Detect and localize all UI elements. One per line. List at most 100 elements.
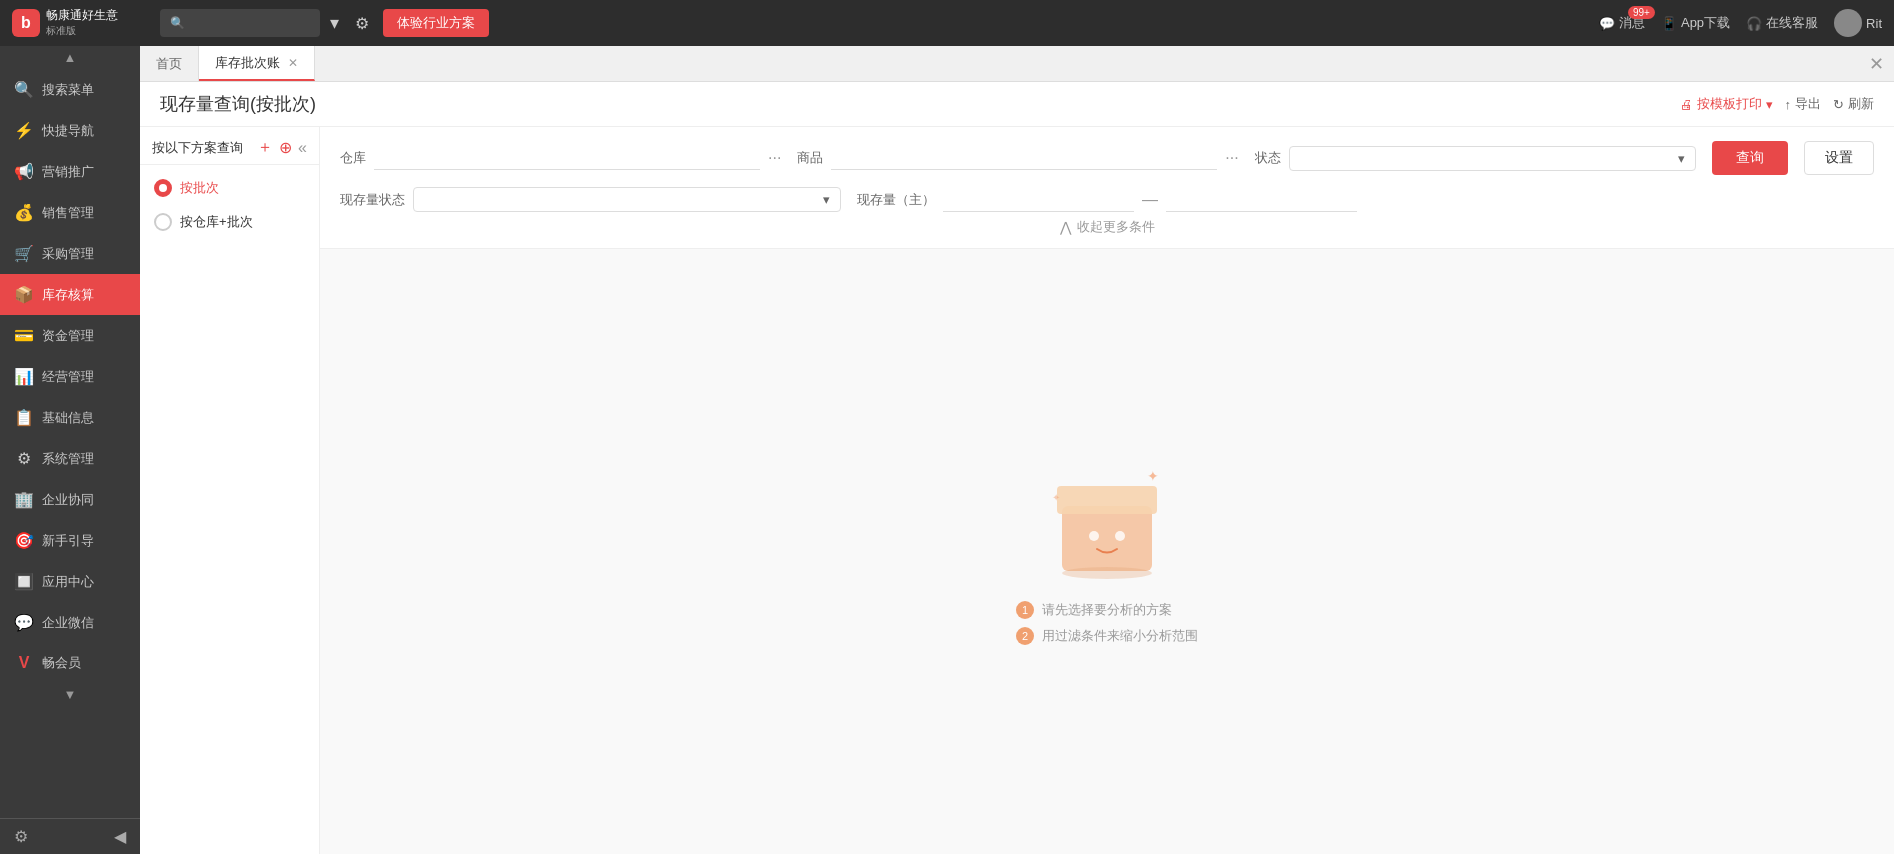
sidebar-item-finance[interactable]: 💳 资金管理 bbox=[0, 315, 140, 356]
collapse-panel-btn[interactable]: « bbox=[298, 139, 307, 157]
sidebar-item-system[interactable]: ⚙ 系统管理 bbox=[0, 438, 140, 479]
plan-list: 按批次 按仓库+批次 bbox=[140, 165, 319, 245]
sidebar-item-label: 应用中心 bbox=[42, 573, 94, 591]
edition: 标准版 bbox=[46, 24, 118, 38]
sidebar-settings-icon[interactable]: ⚙ bbox=[14, 827, 28, 846]
online-service-item[interactable]: 🎧 在线客服 bbox=[1746, 14, 1818, 32]
sidebar-collapse-icon[interactable]: ◀ bbox=[114, 827, 126, 846]
scroll-down[interactable]: ▼ bbox=[0, 683, 140, 706]
refresh-button[interactable]: ↻ 刷新 bbox=[1833, 95, 1874, 113]
sidebar-item-label: 销售管理 bbox=[42, 204, 94, 222]
print-icon: 🖨 bbox=[1680, 97, 1693, 112]
product-group: 商品 ··· bbox=[797, 146, 1238, 170]
basic-icon: 📋 bbox=[14, 408, 34, 427]
warehouse-more-btn[interactable]: ··· bbox=[768, 149, 781, 167]
vip-icon: V bbox=[14, 654, 34, 672]
sidebar-item-quick-nav[interactable]: ⚡ 快捷导航 bbox=[0, 110, 140, 151]
main-split: 按以下方案查询 ＋ ⊕ « 按批次 bbox=[140, 127, 1894, 854]
left-panel: 按以下方案查询 ＋ ⊕ « 按批次 bbox=[140, 127, 320, 854]
refresh-label: 刷新 bbox=[1848, 95, 1874, 113]
settings-icon[interactable]: ⚙ bbox=[349, 12, 375, 35]
tab-inventory-batch[interactable]: 库存批次账 ✕ bbox=[199, 46, 315, 81]
status-label: 状态 bbox=[1255, 149, 1281, 167]
hint-text-1: 请先选择要分析的方案 bbox=[1042, 601, 1172, 619]
tab-area-close-btn[interactable]: ✕ bbox=[1859, 46, 1894, 81]
warehouse-input[interactable] bbox=[374, 146, 760, 170]
marketing-icon: 📢 bbox=[14, 162, 34, 181]
tab-home-label: 首页 bbox=[156, 55, 182, 73]
sidebar-item-enterprise[interactable]: 🏢 企业协同 bbox=[0, 479, 140, 520]
scroll-up[interactable]: ▲ bbox=[0, 46, 140, 69]
plan-dot-empty bbox=[154, 213, 172, 231]
sidebar-item-apps[interactable]: 🔲 应用中心 bbox=[0, 561, 140, 602]
plan-item-by-warehouse-batch[interactable]: 按仓库+批次 bbox=[140, 205, 319, 239]
status-dropdown-icon: ▾ bbox=[1678, 151, 1685, 166]
search-box[interactable]: 🔍 bbox=[160, 9, 320, 37]
message-icon: 💬 bbox=[1599, 16, 1615, 31]
sidebar-item-wechat[interactable]: 💬 企业微信 bbox=[0, 602, 140, 643]
sidebar-item-label: 畅会员 bbox=[42, 654, 81, 672]
plan-dot-filled bbox=[154, 179, 172, 197]
warehouse-group: 仓库 ··· bbox=[340, 146, 781, 170]
print-button[interactable]: 🖨 按模板打印 ▾ bbox=[1680, 95, 1773, 113]
query-button[interactable]: 查询 bbox=[1712, 141, 1788, 175]
phone-icon: 📱 bbox=[1661, 16, 1677, 31]
logo-area: b 畅康通好生意 标准版 bbox=[12, 8, 152, 38]
top-header: b 畅康通好生意 标准版 🔍 ▾ ⚙ 体验行业方案 💬 消息 99+ 📱 App… bbox=[0, 0, 1894, 46]
sidebar-item-search[interactable]: 🔍 搜索菜单 bbox=[0, 69, 140, 110]
app-download-item[interactable]: 📱 App下载 bbox=[1661, 14, 1730, 32]
collapse-more-btn[interactable]: ⋀ 收起更多条件 bbox=[340, 212, 1874, 240]
sidebar-item-vip[interactable]: V 畅会员 bbox=[0, 643, 140, 683]
empty-hint: 1 请先选择要分析的方案 2 用过滤条件来缩小分析范围 bbox=[1016, 601, 1198, 653]
dropdown-icon[interactable]: ▾ bbox=[326, 10, 343, 36]
left-panel-header: 按以下方案查询 ＋ ⊕ « bbox=[140, 127, 319, 165]
system-icon: ⚙ bbox=[14, 449, 34, 468]
content-area: 首页 库存批次账 ✕ ✕ 现存量查询(按批次) 🖨 按模板打印 ▾ bbox=[140, 46, 1894, 854]
plan-settings-btn[interactable]: ⊕ bbox=[279, 138, 292, 157]
sidebar-item-inventory[interactable]: 📦 库存核算 bbox=[0, 274, 140, 315]
plan-dot-inner bbox=[159, 184, 167, 192]
service-icon: 🎧 bbox=[1746, 16, 1762, 31]
product-more-btn[interactable]: ··· bbox=[1225, 149, 1238, 167]
collapse-label: 收起更多条件 bbox=[1077, 218, 1155, 236]
svg-text:✦: ✦ bbox=[1147, 468, 1159, 484]
tab-inventory-label: 库存批次账 bbox=[215, 54, 280, 72]
status-group: 状态 ▾ bbox=[1255, 146, 1696, 171]
left-panel-title: 按以下方案查询 bbox=[152, 139, 243, 157]
inventory-status-select[interactable]: ▾ bbox=[413, 187, 841, 212]
status-select[interactable]: ▾ bbox=[1289, 146, 1696, 171]
page-content: 现存量查询(按批次) 🖨 按模板打印 ▾ ↑ 导出 ↻ 刷新 bbox=[140, 82, 1894, 854]
page-header-actions: 🖨 按模板打印 ▾ ↑ 导出 ↻ 刷新 bbox=[1680, 95, 1875, 113]
sidebar-item-operations[interactable]: 📊 经营管理 bbox=[0, 356, 140, 397]
sidebar-item-sales[interactable]: 💰 销售管理 bbox=[0, 192, 140, 233]
messages-item[interactable]: 💬 消息 99+ bbox=[1599, 14, 1645, 32]
plan-item-by-batch[interactable]: 按批次 bbox=[140, 171, 319, 205]
enterprise-icon: 🏢 bbox=[14, 490, 34, 509]
sidebar-item-basic[interactable]: 📋 基础信息 bbox=[0, 397, 140, 438]
sidebar-item-label: 资金管理 bbox=[42, 327, 94, 345]
search-menu-icon: 🔍 bbox=[14, 80, 34, 99]
svg-rect-1 bbox=[1057, 486, 1157, 514]
add-plan-btn[interactable]: ＋ bbox=[257, 137, 273, 158]
tab-close-btn[interactable]: ✕ bbox=[288, 56, 298, 70]
product-input[interactable] bbox=[831, 146, 1217, 170]
sidebar-item-marketing[interactable]: 📢 营销推广 bbox=[0, 151, 140, 192]
operations-icon: 📊 bbox=[14, 367, 34, 386]
sidebar-item-newbie[interactable]: 🎯 新手引导 bbox=[0, 520, 140, 561]
export-button[interactable]: ↑ 导出 bbox=[1785, 95, 1822, 113]
hint-item-2: 2 用过滤条件来缩小分析范围 bbox=[1016, 627, 1198, 645]
settings-button[interactable]: 设置 bbox=[1804, 141, 1874, 175]
user-profile[interactable]: Rit bbox=[1834, 9, 1882, 37]
sidebar-item-label: 采购管理 bbox=[42, 245, 94, 263]
sidebar-item-label: 搜索菜单 bbox=[42, 81, 94, 99]
inventory-status-label: 现存量状态 bbox=[340, 191, 405, 209]
sidebar-item-label: 企业微信 bbox=[42, 614, 94, 632]
warehouse-label: 仓库 bbox=[340, 149, 366, 167]
tab-home[interactable]: 首页 bbox=[140, 46, 199, 81]
sidebar-item-label: 系统管理 bbox=[42, 450, 94, 468]
sidebar-item-purchase[interactable]: 🛒 采购管理 bbox=[0, 233, 140, 274]
inv-status-dropdown-icon: ▾ bbox=[823, 192, 830, 207]
inventory-qty-max[interactable] bbox=[1166, 188, 1357, 212]
inventory-qty-min[interactable] bbox=[943, 188, 1134, 212]
experience-button[interactable]: 体验行业方案 bbox=[383, 9, 489, 37]
